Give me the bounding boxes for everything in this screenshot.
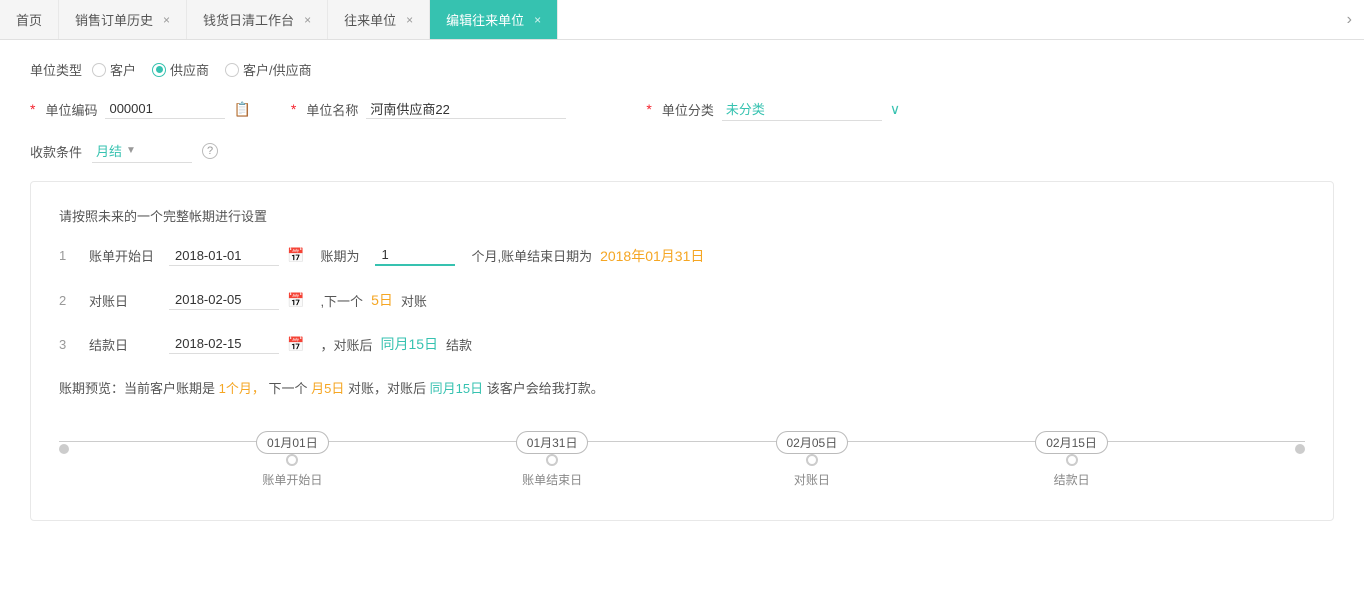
preview-period: 1个月，: [219, 381, 265, 396]
radio-circle-customer: [92, 63, 106, 77]
period-end-date: 2018年01月31日: [600, 246, 704, 266]
timeline-node-1: 01月01日 账单开始日: [256, 431, 329, 466]
setting-row-2: 2 对账日 📅 ,下一个 5日 对账: [59, 290, 1305, 310]
row-type-3: 结款日: [89, 335, 169, 354]
timeline-badge-4: 02月15日: [1035, 431, 1108, 454]
payment-suffix: 结款: [446, 335, 472, 354]
radio-supplier[interactable]: 供应商: [152, 60, 209, 79]
reconcile-highlight-date: 5日: [371, 290, 393, 310]
timeline-label-2: 账单结束日: [522, 471, 582, 488]
timeline-end-dot: [1295, 444, 1305, 454]
unit-type-radio-group: 客户 供应商 客户/供应商: [92, 60, 312, 79]
unit-code-label: 单位编码: [45, 100, 97, 119]
setting-row-1: 1 账单开始日 📅 账期为 个月,账单结束日期为 2018年01月31日: [59, 245, 1305, 266]
timeline: 01月01日 账单开始日 01月31日 账单结束日 02月05日 对账日: [59, 421, 1305, 496]
unit-code-input[interactable]: [105, 99, 225, 119]
main-content: 单位类型 客户 供应商 客户/供应商 * 单位编码 📋 *: [0, 40, 1364, 608]
unit-code-name-category-row: * 单位编码 📋 * 单位名称 * 单位分类 未分类 ∨: [30, 97, 1334, 121]
preview-reconcile-date: 月5日: [311, 381, 344, 396]
timeline-badge-3: 02月05日: [776, 431, 849, 454]
timeline-dot-3: [806, 454, 818, 466]
unit-code-field: * 单位编码 📋: [30, 99, 251, 119]
row-num-3: 3: [59, 337, 89, 352]
row-num-1: 1: [59, 248, 89, 263]
unit-category-value: 未分类: [726, 99, 765, 118]
tab-home[interactable]: 首页: [0, 0, 59, 39]
preview-text: 账期预览：当前客户账期是 1个月， 下一个 月5日 对账，对账后 同月15日 该…: [59, 378, 1305, 397]
tab-sales-order-history[interactable]: 销售订单历史 ×: [59, 0, 187, 39]
row-num-2: 2: [59, 293, 89, 308]
timeline-label-1: 账单开始日: [262, 471, 322, 488]
timeline-dot-1: [286, 454, 298, 466]
reconcile-suffix: 对账: [401, 291, 427, 310]
radio-customer[interactable]: 客户: [92, 60, 136, 79]
unit-type-label: 单位类型: [30, 60, 82, 79]
timeline-start-dot: [59, 444, 69, 454]
period-settings-card: 请按照未来的一个完整帐期进行设置 1 账单开始日 📅 账期为 个月,账单结束日期…: [30, 181, 1334, 521]
payment-terms-row: 收款条件 月结 ▼ ?: [30, 139, 1334, 163]
timeline-dot-2: [546, 454, 558, 466]
timeline-label-3: 对账日: [794, 471, 830, 488]
payment-terms-label: 收款条件: [30, 142, 82, 161]
card-title: 请按照未来的一个完整帐期进行设置: [59, 206, 1305, 225]
tab-close-sales-order-history[interactable]: ×: [163, 13, 170, 27]
payment-prefix: ，对账后: [320, 335, 372, 354]
unit-category-field: * 单位分类 未分类 ∨: [646, 97, 900, 121]
payment-highlight-date: 同月15日: [380, 334, 438, 354]
timeline-node-4: 02月15日 结款日: [1035, 431, 1108, 466]
unit-type-row: 单位类型 客户 供应商 客户/供应商: [30, 60, 1334, 79]
unit-category-dropdown-icon[interactable]: ∨: [890, 101, 900, 118]
timeline-badge-2: 01月31日: [516, 431, 589, 454]
payment-terms-value: 月结: [96, 141, 122, 160]
reconcile-prefix: ,下一个: [320, 291, 363, 310]
unit-name-field: * 单位名称: [291, 99, 566, 119]
payment-date-calendar-icon[interactable]: 📅: [287, 336, 304, 353]
timeline-node-2: 01月31日 账单结束日: [516, 431, 589, 466]
tab-close-edit-partner-unit[interactable]: ×: [534, 13, 541, 27]
timeline-label-4: 结款日: [1054, 471, 1090, 488]
tab-expand-button[interactable]: ›: [1335, 0, 1364, 39]
tab-edit-partner-unit[interactable]: 编辑往来单位 ×: [430, 0, 558, 39]
row-type-2: 对账日: [89, 291, 169, 310]
start-date-input[interactable]: [169, 246, 279, 266]
tab-bar: 首页 销售订单历史 × 钱货日清工作台 × 往来单位 × 编辑往来单位 × ›: [0, 0, 1364, 40]
preview-payment-date: 同月15日: [430, 381, 483, 396]
radio-customer-supplier[interactable]: 客户/供应商: [225, 60, 312, 79]
unit-category-select[interactable]: 未分类: [722, 97, 882, 121]
tab-close-partner-unit[interactable]: ×: [406, 13, 413, 27]
unit-code-icon[interactable]: 📋: [233, 101, 250, 118]
payment-terms-chevron-icon: ▼: [126, 145, 136, 156]
tab-cash-work-bench[interactable]: 钱货日清工作台 ×: [187, 0, 328, 39]
account-period-label: 账期为: [320, 246, 359, 265]
period-suffix: 个月,账单结束日期为: [471, 246, 592, 265]
radio-circle-supplier: [152, 63, 166, 77]
timeline-node-3: 02月05日 对账日: [776, 431, 849, 466]
setting-row-3: 3 结款日 📅 ，对账后 同月15日 结款: [59, 334, 1305, 354]
payment-terms-select[interactable]: 月结 ▼: [92, 139, 192, 163]
timeline-nodes: 01月01日 账单开始日 01月31日 账单结束日 02月05日 对账日: [59, 431, 1305, 466]
row-type-1: 账单开始日: [89, 246, 169, 265]
start-date-calendar-icon[interactable]: 📅: [287, 247, 304, 264]
unit-name-label: 单位名称: [306, 100, 358, 119]
reconcile-date-calendar-icon[interactable]: 📅: [287, 292, 304, 309]
payment-terms-help-icon[interactable]: ?: [202, 143, 218, 159]
unit-category-label: 单位分类: [662, 100, 714, 119]
reconcile-date-input[interactable]: [169, 290, 279, 310]
timeline-dot-4: [1066, 454, 1078, 466]
timeline-badge-1: 01月01日: [256, 431, 329, 454]
payment-date-input[interactable]: [169, 334, 279, 354]
period-value-input[interactable]: [375, 245, 455, 266]
tab-close-cash-work-bench[interactable]: ×: [304, 13, 311, 27]
radio-circle-customer-supplier: [225, 63, 239, 77]
tab-partner-unit[interactable]: 往来单位 ×: [328, 0, 430, 39]
unit-name-input[interactable]: [366, 99, 566, 119]
